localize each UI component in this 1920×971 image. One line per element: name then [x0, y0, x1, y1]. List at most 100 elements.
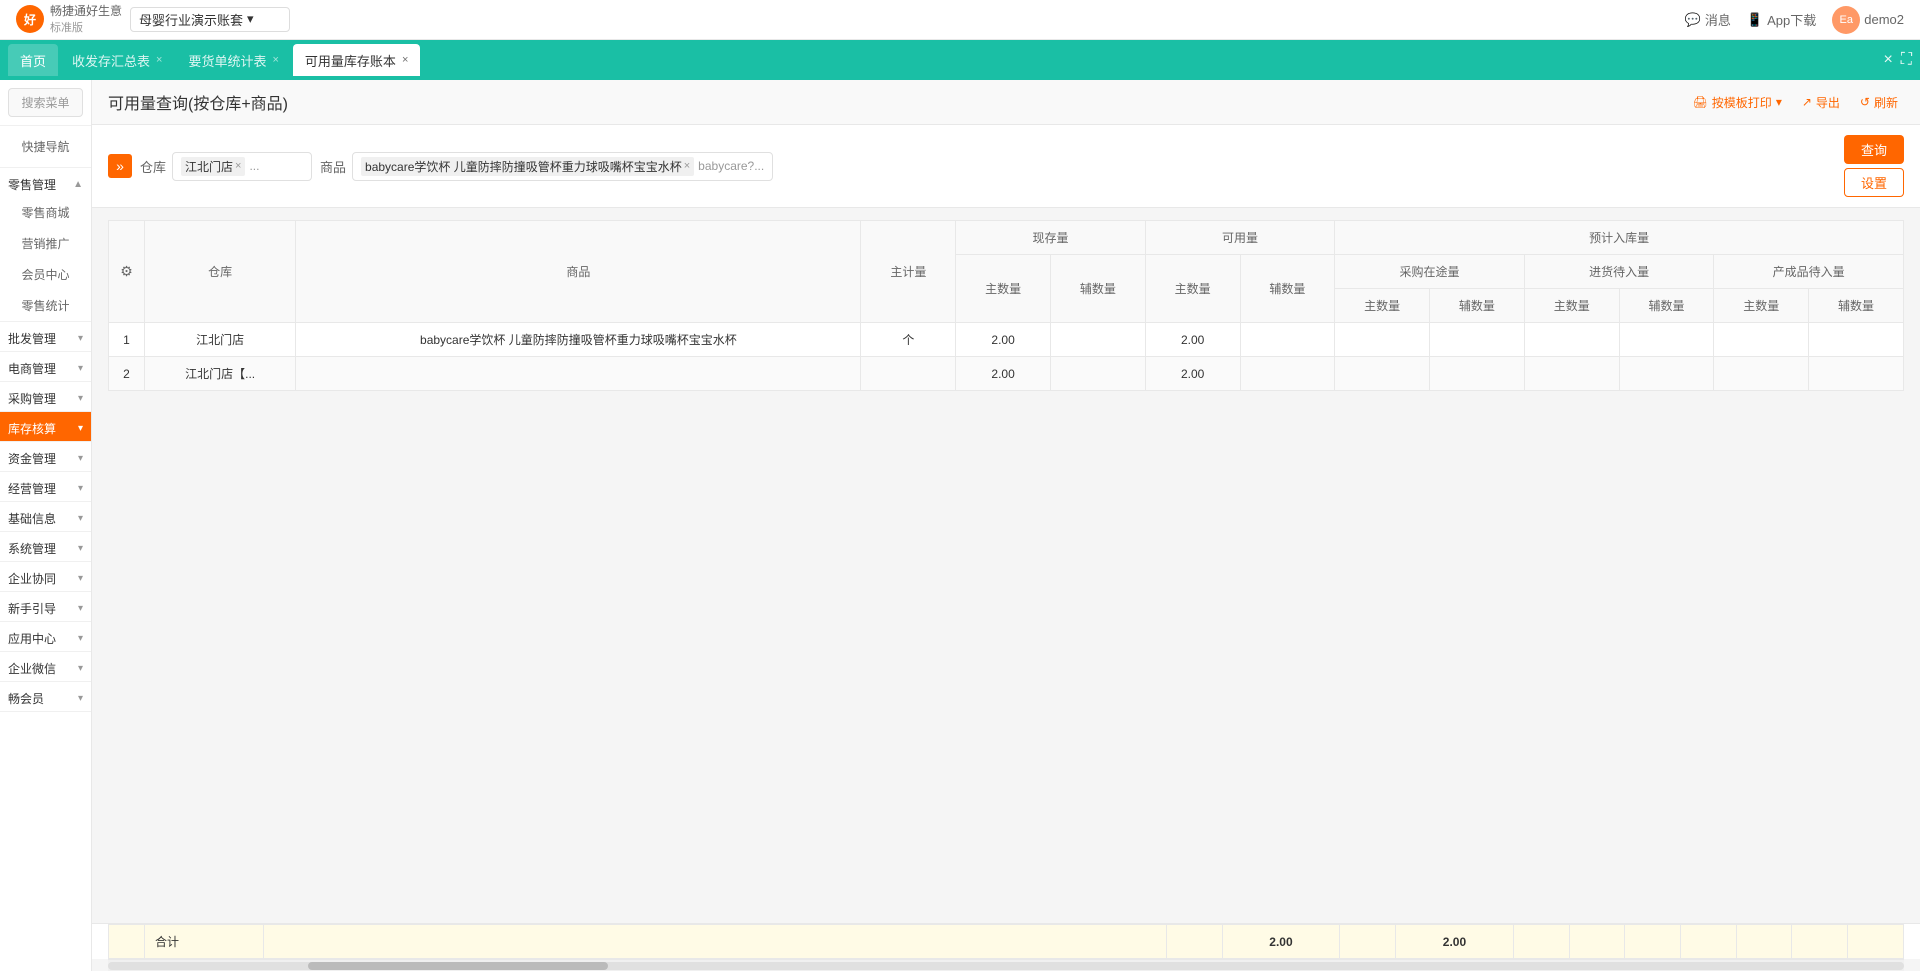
sidebar-section-basic-header[interactable]: 基础信息 ▾ [0, 502, 91, 531]
user-profile[interactable]: Ea demo2 [1832, 6, 1904, 34]
tab-order-summary-label: 要货单统计表 [188, 51, 266, 70]
chevron-down-icon: ▾ [78, 603, 83, 614]
warehouse-input[interactable]: 江北门店 × ... [172, 152, 312, 181]
phone-icon: 📱 [1747, 12, 1763, 28]
sidebar-section-enterprise: 企业协同 ▾ [0, 562, 91, 592]
sidebar-section-retail-label: 零售管理 [8, 176, 56, 193]
sidebar-section-newbie-header[interactable]: 新手引导 ▾ [0, 592, 91, 621]
page-header: 可用量查询(按仓库+商品) 🖨 按模板打印 ▾ ↗ 导出 ↺ 刷新 [92, 80, 1920, 125]
sidebar-section-ecommerce-header[interactable]: 电商管理 ▾ [0, 352, 91, 381]
sidebar-section-retail-header[interactable]: 零售管理 ▲ [0, 168, 91, 197]
sidebar-section-enterprise-header[interactable]: 企业协同 ▾ [0, 562, 91, 591]
tab-available-stock[interactable]: 可用量库存账本 × [293, 44, 420, 76]
top-bar-left: 好 畅捷通好生意 标准版 母婴行业演示账套 ▾ [16, 4, 290, 34]
export-button[interactable]: ↗ 导出 [1796, 92, 1846, 113]
message-button[interactable]: 💬 消息 [1685, 10, 1731, 29]
sidebar-item-quick-nav[interactable]: 快捷导航 [0, 130, 91, 163]
sidebar-section-inventory-header[interactable]: 库存核算 ▾ [0, 412, 91, 441]
sidebar-section-system-header[interactable]: 系统管理 ▾ [0, 532, 91, 561]
tab-receive-summary[interactable]: 收发存汇总表 × [60, 44, 174, 76]
app-download-label: App下载 [1767, 10, 1816, 29]
top-bar: 好 畅捷通好生意 标准版 母婴行业演示账套 ▾ 💬 消息 📱 App下载 Ea … [0, 0, 1920, 40]
chevron-down-icon: ▾ [78, 333, 83, 344]
sidebar-section-wholesale: 批发管理 ▾ [0, 322, 91, 352]
scroll-track [108, 962, 1904, 970]
page-title: 可用量查询(按仓库+商品) [108, 90, 288, 114]
tab-home[interactable]: 首页 [8, 44, 58, 76]
sidebar-section-system-label: 系统管理 [8, 540, 56, 557]
cell-purchase-transit-aux-1 [1430, 323, 1525, 357]
scroll-thumb[interactable] [308, 962, 608, 970]
refresh-button[interactable]: ↺ 刷新 [1854, 92, 1904, 113]
cell-available-aux-2 [1240, 357, 1335, 391]
sidebar-quick-nav: 快捷导航 [0, 126, 91, 168]
content-area: 可用量查询(按仓库+商品) 🖨 按模板打印 ▾ ↗ 导出 ↺ 刷新 » [92, 80, 1920, 971]
product-more[interactable]: babycare?... [698, 159, 764, 173]
chevron-down-icon: ▾ [78, 393, 83, 404]
nav-tabs: 首页 收发存汇总表 × 要货单统计表 × 可用量库存账本 × × ⛶ [0, 40, 1920, 80]
sidebar-item-retail-stats[interactable]: 零售统计 [0, 290, 91, 321]
sidebar-item-member-center[interactable]: 会员中心 [0, 259, 91, 290]
th-product-pending: 产成品待入量 [1714, 255, 1904, 289]
chevron-down-icon: ▾ [247, 11, 254, 27]
sidebar-section-finance-header[interactable]: 资金管理 ▾ [0, 442, 91, 471]
sidebar-section-retail: 零售管理 ▲ 零售商城 营销推广 会员中心 零售统计 [0, 168, 91, 322]
footer-pt-aux [1625, 925, 1681, 959]
product-label: 商品 [320, 157, 346, 176]
remove-product-1-icon[interactable]: × [684, 160, 690, 172]
filter-expand-button[interactable]: » [108, 154, 132, 178]
sidebar-section-finance-label: 资金管理 [8, 450, 56, 467]
cell-index-2: 2 [109, 357, 145, 391]
tab-receive-summary-label: 收发存汇总表 [72, 51, 150, 70]
th-available-aux: 辅数量 [1240, 255, 1335, 323]
th-goods-pending-main: 主数量 [1524, 289, 1619, 323]
sidebar-section-purchase-header[interactable]: 采购管理 ▾ [0, 382, 91, 411]
tab-order-summary[interactable]: 要货单统计表 × [176, 44, 290, 76]
footer-pp-main [1792, 925, 1848, 959]
export-label: 导出 [1816, 94, 1840, 111]
close-all-button[interactable]: × [1883, 51, 1892, 69]
expand-button[interactable]: ⛶ [1901, 51, 1912, 69]
sidebar-section-ecommerce-label: 电商管理 [8, 360, 56, 377]
cell-goods-pending-aux-1 [1619, 323, 1714, 357]
close-icon[interactable]: × [272, 54, 278, 66]
sidebar-section-wechat-label: 企业微信 [8, 660, 56, 677]
table-row: 2 江北门店【... 2.00 2.00 [109, 357, 1904, 391]
remove-warehouse-icon[interactable]: × [235, 160, 241, 172]
sidebar-item-marketing[interactable]: 营销推广 [0, 228, 91, 259]
gear-icon[interactable]: ⚙ [120, 263, 133, 279]
sidebar-section-inventory: 库存核算 ▾ [0, 412, 91, 442]
footer-available-aux [1513, 925, 1569, 959]
settings-button[interactable]: 设置 [1844, 168, 1904, 197]
chevron-down-icon: ▾ [78, 453, 83, 464]
close-icon[interactable]: × [402, 54, 408, 66]
product-input[interactable]: babycare学饮杯 儿童防摔防撞吸管杯重力球吸嘴杯宝宝水杯 × babyca… [352, 152, 773, 181]
top-bar-right: 💬 消息 📱 App下载 Ea demo2 [1685, 6, 1904, 34]
cell-product-pending-main-2 [1714, 357, 1809, 391]
horizontal-scrollbar[interactable] [108, 959, 1904, 971]
sidebar-section-operations-header[interactable]: 经营管理 ▾ [0, 472, 91, 501]
sidebar-section-appcenter-header[interactable]: 应用中心 ▾ [0, 622, 91, 651]
sidebar-section-system: 系统管理 ▾ [0, 532, 91, 562]
app-download-button[interactable]: 📱 App下载 [1747, 10, 1816, 29]
sidebar-section-wechat-header[interactable]: 企业微信 ▾ [0, 652, 91, 681]
close-icon[interactable]: × [156, 54, 162, 66]
th-warehouse: 仓库 [145, 221, 296, 323]
message-icon: 💬 [1685, 12, 1701, 28]
search-menu-button[interactable]: 搜索菜单 [8, 88, 83, 117]
sidebar-section-purchase: 采购管理 ▾ [0, 382, 91, 412]
sidebar-section-member-header[interactable]: 畅会员 ▾ [0, 682, 91, 711]
cell-available-main-1: 2.00 [1145, 323, 1240, 357]
sidebar-section-wholesale-header[interactable]: 批发管理 ▾ [0, 322, 91, 351]
warehouse-more[interactable]: ... [249, 159, 259, 173]
org-selector[interactable]: 母婴行业演示账套 ▾ [130, 7, 290, 32]
cell-goods-pending-main-1 [1524, 323, 1619, 357]
footer-row: 合计 2.00 2.00 [109, 925, 1904, 959]
th-settings: ⚙ [109, 221, 145, 323]
print-button[interactable]: 🖨 按模板打印 ▾ [1687, 92, 1788, 113]
query-button[interactable]: 查询 [1844, 135, 1904, 164]
sidebar-search-area: 搜索菜单 [0, 80, 91, 126]
sidebar-item-retail-mall[interactable]: 零售商城 [0, 197, 91, 228]
footer-pt-main [1569, 925, 1625, 959]
th-purchase-transit-aux: 辅数量 [1430, 289, 1525, 323]
